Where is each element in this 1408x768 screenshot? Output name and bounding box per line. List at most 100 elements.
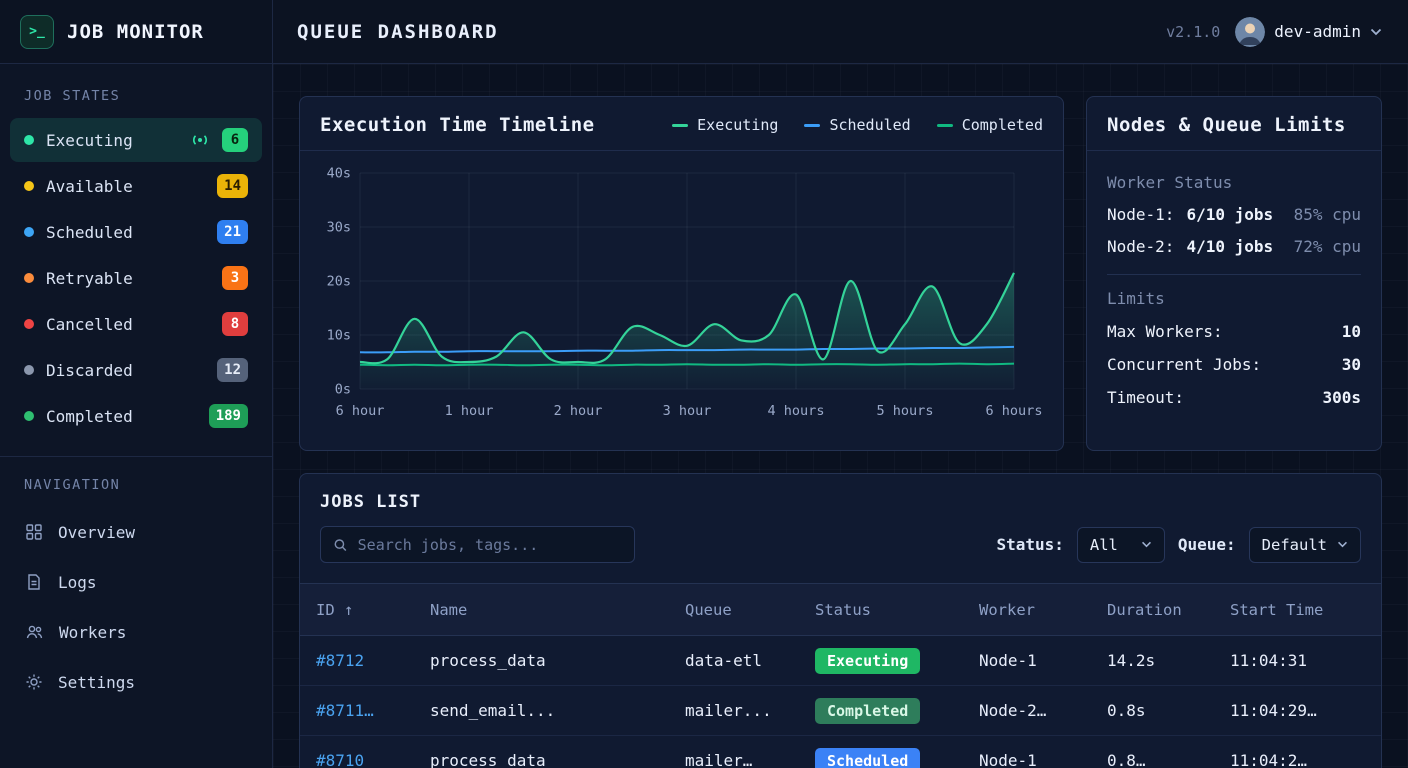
queue-filter-label: Queue: <box>1177 535 1236 554</box>
chevron-down-icon <box>1338 541 1347 548</box>
job-start-time: 11:04:31 <box>1230 651 1308 670</box>
sidebar-item-settings[interactable]: Settings <box>0 657 272 707</box>
document-icon <box>25 573 43 591</box>
limit-row: Concurrent Jobs: 30 <box>1107 355 1361 374</box>
column-status[interactable]: Status <box>815 601 979 619</box>
timeline-chart: 6 hour 1 hour 2 hour 3 hour 4 hours 5 hours 6 … <box>300 151 1063 442</box>
legend-dash <box>672 123 689 127</box>
legend-item-completed[interactable]: Completed <box>936 116 1043 134</box>
job-worker: Node-2… <box>979 701 1047 720</box>
status-filter-select[interactable]: All <box>1076 526 1165 563</box>
jobs-card: JOBS LIST Status: All Queue: Default <box>299 473 1382 768</box>
legend-dash <box>936 123 953 127</box>
job-name: send_email... <box>430 701 556 720</box>
table-row[interactable]: #8712 process_data data-etl Executing Node-1… <box>300 636 1381 686</box>
status-filter-value: All <box>1089 535 1118 554</box>
status-badge: Completed <box>815 697 921 724</box>
main-content: Execution Time Timeline Executing Schedul… <box>273 64 1408 768</box>
chevron-down-icon <box>1370 28 1382 35</box>
svg-text:2 hour: 2 hour <box>554 403 603 419</box>
state-dot <box>24 135 34 145</box>
table-row[interactable]: #8711… send_email... mailer... Completed Nod… <box>300 686 1381 736</box>
top-row: Execution Time Timeline Executing Schedul… <box>299 96 1382 451</box>
queue-filter-value: Default <box>1261 535 1327 554</box>
sidebar-state-discarded[interactable]: Discarded 12 <box>10 348 262 392</box>
job-queue: mailer... <box>685 701 772 720</box>
legend-item-scheduled[interactable]: Scheduled <box>804 116 911 134</box>
job-duration: 0.8… <box>1107 751 1146 768</box>
state-dot <box>24 319 34 329</box>
sidebar-item-logs[interactable]: Logs <box>0 557 272 607</box>
job-status-cell: Completed <box>815 697 979 724</box>
legend-item-executing[interactable]: Executing <box>672 116 778 134</box>
sidebar-state-available[interactable]: Available 14 <box>10 164 262 208</box>
navigation-section-title: NAVIGATION <box>24 477 121 493</box>
page-title: QUEUE DASHBOARD <box>297 20 499 43</box>
state-label: Discarded <box>46 360 133 380</box>
svg-text:30s: 30s <box>327 220 351 236</box>
table-row[interactable]: #8710 process_data mailer… Scheduled Node-1 0… <box>300 736 1381 768</box>
state-count-badge: 3 <box>222 266 248 290</box>
sidebar-state-retryable[interactable]: Retryable 3 <box>10 256 262 300</box>
nav-item-label: Workers <box>59 622 127 642</box>
sidebar-item-overview[interactable]: Overview <box>0 507 272 557</box>
nodes-divider <box>1107 274 1361 275</box>
sidebar-state-cancelled[interactable]: Cancelled 8 <box>10 302 262 346</box>
column-queue[interactable]: Queue <box>685 601 815 619</box>
column-id[interactable]: ID ↑ <box>316 601 430 619</box>
node-cpu: 85% cpu <box>1293 205 1361 224</box>
job-name: process_data <box>430 651 546 670</box>
sidebar: JOB STATES Executing 6 Available 14 Schedule… <box>0 64 273 768</box>
sidebar-state-executing[interactable]: Executing 6 <box>10 118 262 162</box>
search-input[interactable] <box>357 535 622 554</box>
job-id: #8710 <box>316 751 365 768</box>
job-states-section-title: JOB STATES <box>24 88 121 104</box>
node-jobs: 6/10 jobs <box>1186 205 1274 224</box>
svg-text:0s: 0s <box>335 382 351 398</box>
column-start-time[interactable]: Start Time <box>1230 601 1381 619</box>
worker-node-row: Node-1: 6/10 jobs 85% cpu <box>1107 205 1361 224</box>
legend-label: Executing <box>697 116 779 134</box>
chart-legend: Executing Scheduled Completed <box>672 116 1043 134</box>
queue-filter-select[interactable]: Default <box>1248 526 1361 563</box>
svg-text:5 hours: 5 hours <box>877 403 934 419</box>
column-name[interactable]: Name <box>430 601 685 619</box>
gear-icon <box>25 673 43 691</box>
state-label: Cancelled <box>46 314 133 334</box>
state-dot <box>24 227 34 237</box>
job-start-time: 11:04:29… <box>1230 701 1317 720</box>
node-name: Node-2: <box>1107 237 1175 256</box>
state-dot <box>24 273 34 283</box>
user-name: dev-admin <box>1274 22 1361 41</box>
version-label: v2.1.0 <box>1166 22 1221 41</box>
limit-label: Max Workers: <box>1107 322 1223 341</box>
sidebar-state-scheduled[interactable]: Scheduled 21 <box>10 210 262 254</box>
column-worker[interactable]: Worker <box>979 601 1107 619</box>
terminal-logo-icon: >_ <box>20 14 54 49</box>
nodes-card: Nodes & Queue Limits Worker Status Node-… <box>1086 96 1382 451</box>
job-worker: Node-1 <box>979 651 1037 670</box>
state-dot <box>24 181 34 191</box>
search-box <box>320 526 635 563</box>
brand: >_ JOB MONITOR <box>0 0 273 63</box>
job-queue: mailer… <box>685 751 753 768</box>
column-duration[interactable]: Duration <box>1107 601 1230 619</box>
user-menu[interactable]: dev-admin <box>1235 16 1382 47</box>
status-badge: Executing <box>815 647 921 674</box>
nodes-card-header: Nodes & Queue Limits <box>1087 97 1381 151</box>
sidebar-item-workers[interactable]: Workers <box>0 607 272 657</box>
state-count-badge: 189 <box>208 404 248 428</box>
limits-title: Limits <box>1107 289 1165 308</box>
sidebar-state-completed[interactable]: Completed 189 <box>10 394 262 438</box>
svg-text:6 hours: 6 hours <box>986 403 1043 419</box>
jobs-table-header: ID ↑ Name Queue Status Worker Duration Start T… <box>300 583 1381 636</box>
legend-label: Completed <box>961 116 1043 134</box>
nodes-card-body: Worker Status Node-1: 6/10 jobs 85% cpu Nod… <box>1087 151 1381 435</box>
sidebar-divider <box>0 456 272 457</box>
worker-status-list: Node-1: 6/10 jobs 85% cpu Node-2: 4/10 jobs 7… <box>1107 205 1361 256</box>
limits-list: Max Workers: 10 Concurrent Jobs: 30 Timeout:… <box>1107 322 1361 407</box>
avatar-image <box>1235 16 1266 47</box>
job-status-cell: Scheduled <box>815 747 979 768</box>
svg-text:20s: 20s <box>327 274 351 290</box>
svg-text:6 hour: 6 hour <box>336 403 385 419</box>
